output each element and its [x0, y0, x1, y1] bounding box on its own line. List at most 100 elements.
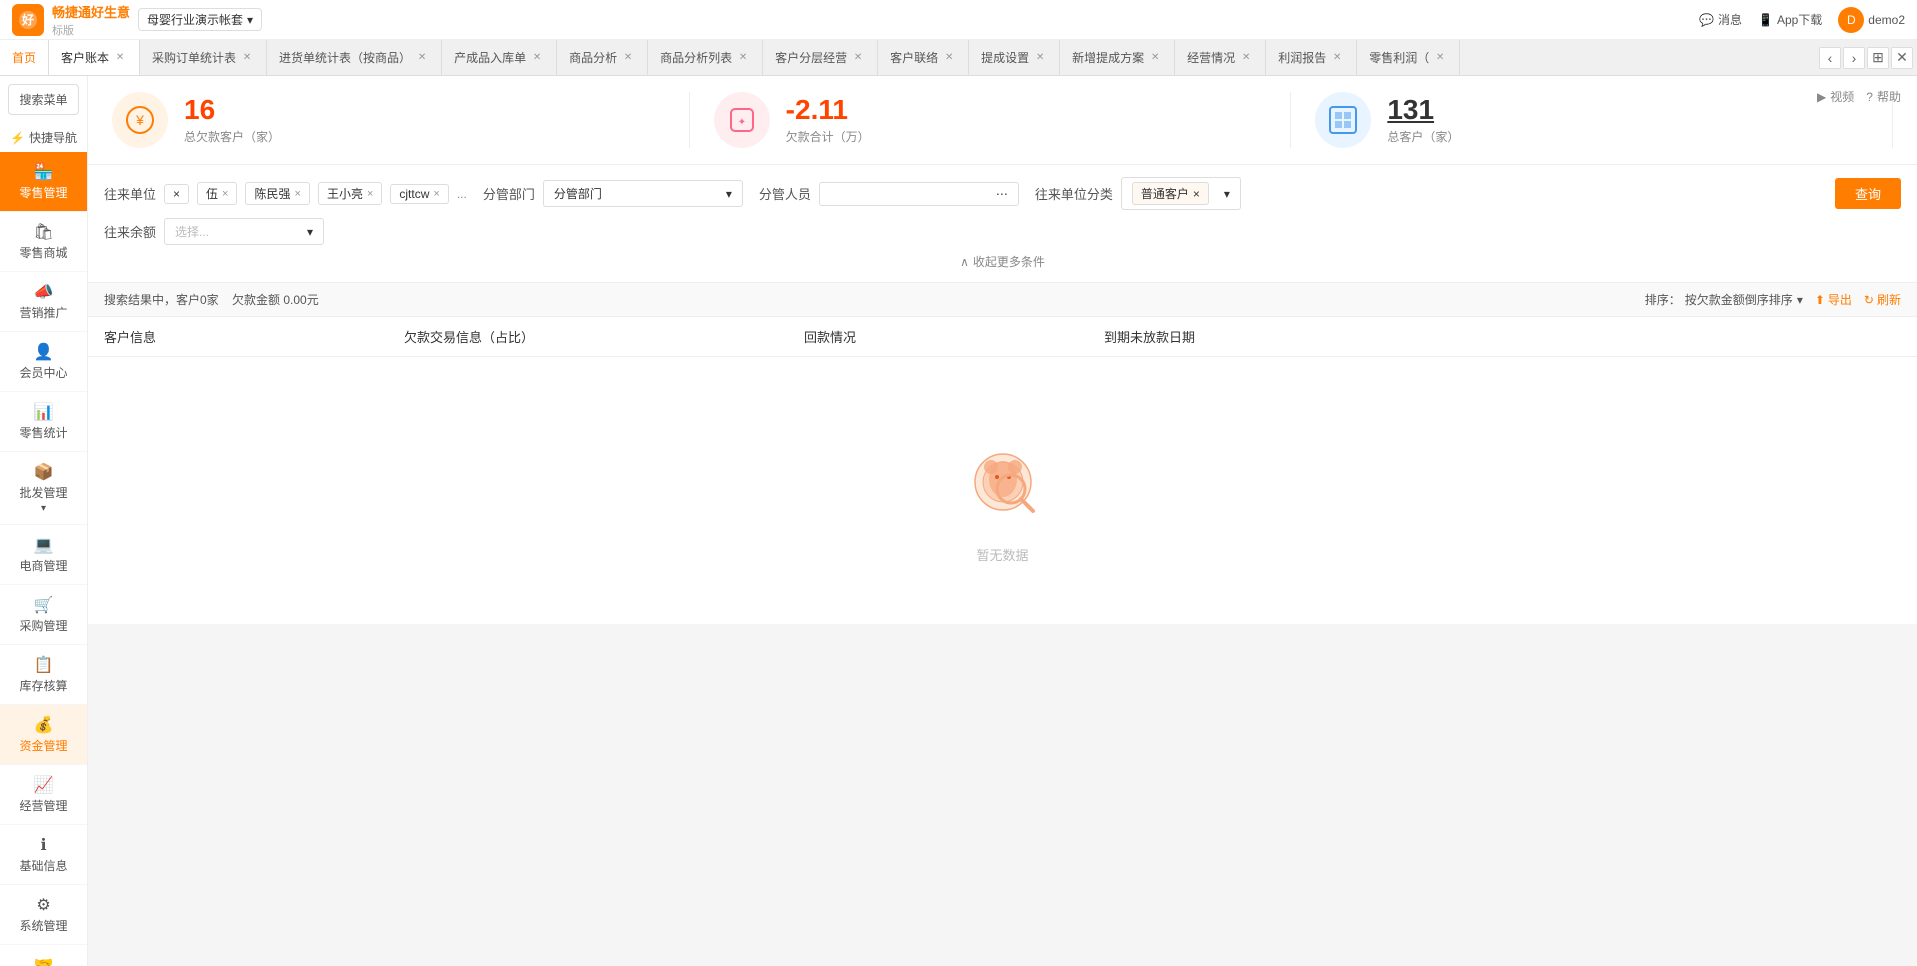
- close-icon[interactable]: ✕: [1033, 51, 1047, 65]
- remove-tag-wang[interactable]: ×: [367, 188, 373, 200]
- user-avatar-area[interactable]: D demo2: [1838, 7, 1905, 33]
- sidebar-quick-nav[interactable]: ⚡ 快捷导航: [0, 123, 87, 152]
- tab-label: 采购订单统计表: [152, 49, 236, 66]
- svg-text:好: 好: [21, 12, 34, 27]
- filter-tag-all[interactable]: ×: [164, 184, 189, 204]
- branch-dept-select[interactable]: 分管部门 ▾: [543, 180, 743, 207]
- sidebar-item-retail-mgmt[interactable]: 🏪 零售管理: [0, 152, 87, 212]
- category-tag: 普通客户 ×: [1132, 182, 1209, 205]
- tab-customer-segment[interactable]: 客户分层经营 ✕: [763, 40, 878, 75]
- tab-new-commission[interactable]: 新增提成方案 ✕: [1060, 40, 1175, 75]
- close-icon[interactable]: ✕: [415, 51, 429, 65]
- sidebar-item-operations-mgmt[interactable]: 📈 经营管理: [0, 765, 87, 825]
- account-selector[interactable]: 母婴行业演示帐套 ▾: [138, 8, 262, 31]
- result-bar-right: 排序： 按欠款金额倒序排序 ▾ ⬆ 导出 ↻ 刷新: [1645, 291, 1901, 308]
- close-icon[interactable]: ✕: [1148, 51, 1162, 65]
- messages-btn[interactable]: 💬 消息: [1699, 11, 1742, 28]
- tab-retail-profit[interactable]: 零售利润（ ✕: [1357, 40, 1460, 75]
- sidebar-item-basic-info[interactable]: ℹ 基础信息: [0, 825, 87, 885]
- app-download-btn[interactable]: 📱 App下载: [1758, 11, 1822, 28]
- sidebar-item-capital-mgmt[interactable]: 💰 资金管理: [0, 705, 87, 765]
- remove-tag-cjttcw[interactable]: ×: [433, 188, 439, 200]
- help-btn[interactable]: ? 帮助: [1866, 88, 1901, 105]
- collapse-btn[interactable]: ∧ 收起更多条件: [960, 253, 1045, 270]
- stat-info-credit-customers: 16 总欠款客户（家）: [184, 96, 280, 145]
- export-btn[interactable]: ⬆ 导出: [1815, 291, 1852, 308]
- chevron-down-icon: ▾: [726, 187, 732, 201]
- close-icon[interactable]: ✕: [113, 51, 127, 65]
- remove-tag-chen[interactable]: ×: [295, 188, 301, 200]
- tab-commission-settings[interactable]: 提成设置 ✕: [969, 40, 1060, 75]
- enterprise-icon: 🤝: [34, 955, 54, 966]
- remove-tag-wu[interactable]: ×: [222, 188, 228, 200]
- sidebar-item-marketing[interactable]: 📣 营销推广: [0, 272, 87, 332]
- tab-incoming-stats[interactable]: 进货单统计表（按商品） ✕: [267, 40, 442, 75]
- tab-purchase-order-stats[interactable]: 采购订单统计表 ✕: [140, 40, 267, 75]
- quick-nav-icon: ⚡: [10, 131, 25, 145]
- stat-info-credit-amount: -2.11 欠款合计（万）: [786, 96, 870, 145]
- tab-customer-connection[interactable]: 客户联络 ✕: [878, 40, 969, 75]
- search-menu-btn[interactable]: 搜索菜单: [8, 84, 79, 115]
- tab-business-status[interactable]: 经营情况 ✕: [1175, 40, 1266, 75]
- tab-label: 产成品入库单: [454, 49, 526, 66]
- nav-controls: ‹ › ⊞ ✕: [1815, 40, 1917, 75]
- tab-product-analysis[interactable]: 商品分析 ✕: [557, 40, 648, 75]
- sidebar-item-retail-mall[interactable]: 🛍 零售商城: [0, 212, 87, 272]
- close-icon[interactable]: ✕: [1239, 51, 1253, 65]
- balance-placeholder: 选择...: [175, 223, 209, 240]
- branch-person-select[interactable]: ⋯: [819, 182, 1019, 206]
- filter-more-tags[interactable]: ...: [457, 187, 467, 201]
- chevron-up-icon: ∧: [960, 255, 969, 269]
- sidebar-item-enterprise-cooperation[interactable]: 🤝 企业协同: [0, 945, 87, 966]
- nav-expand-btn[interactable]: ⊞: [1867, 47, 1889, 69]
- sidebar-item-ecommerce[interactable]: 💻 电商管理: [0, 525, 87, 585]
- filter-tag-wu[interactable]: 伍 ×: [197, 182, 237, 205]
- owner-unit-label: 往来单位: [104, 184, 156, 203]
- help-icon: ?: [1866, 90, 1873, 104]
- system-icon: ⚙: [36, 895, 50, 915]
- tab-home[interactable]: 首页: [0, 40, 49, 75]
- close-icon[interactable]: ✕: [851, 51, 865, 65]
- nav-next-btn[interactable]: ›: [1843, 47, 1865, 69]
- owner-unit-type-select[interactable]: 普通客户 × ▾: [1121, 177, 1241, 210]
- chevron-down-icon: ▾: [247, 13, 253, 27]
- stat-info-total-customers: 131 总客户（家）: [1387, 96, 1459, 145]
- sidebar-item-purchase-mgmt[interactable]: 🛒 采购管理: [0, 585, 87, 645]
- close-icon[interactable]: ✕: [621, 51, 635, 65]
- sidebar-item-retail-stats[interactable]: 📊 零售统计: [0, 392, 87, 452]
- nav-close-btn[interactable]: ✕: [1891, 47, 1913, 69]
- tab-customer-accounts[interactable]: 客户账本 ✕: [49, 40, 140, 75]
- stat-block-credit-amount: ✦ -2.11 欠款合计（万）: [690, 92, 1292, 148]
- close-icon[interactable]: ✕: [942, 51, 956, 65]
- tab-product-analysis-list[interactable]: 商品分析列表 ✕: [648, 40, 763, 75]
- owner-balance-select[interactable]: 选择... ▾: [164, 218, 324, 245]
- tab-finished-product[interactable]: 产成品入库单 ✕: [442, 40, 557, 75]
- close-icon[interactable]: ✕: [736, 51, 750, 65]
- col-credit-info: 欠款交易信息（占比）: [404, 327, 804, 346]
- retail-mgmt-icon: 🏪: [34, 162, 54, 182]
- filter-row-1: 往来单位 × 伍 × 陈民强 × 王小亮 × cjttcw: [104, 177, 1901, 210]
- filter-tag-cjttcw[interactable]: cjttcw ×: [390, 184, 448, 204]
- filter-tag-wang[interactable]: 王小亮 ×: [318, 182, 382, 205]
- video-help-btn[interactable]: ▶ 视频: [1817, 88, 1854, 105]
- sort-select[interactable]: 排序： 按欠款金额倒序排序 ▾: [1645, 291, 1803, 308]
- nav-prev-btn[interactable]: ‹: [1819, 47, 1841, 69]
- purchase-icon: 🛒: [34, 595, 54, 615]
- sidebar-item-system-mgmt[interactable]: ⚙ 系统管理: [0, 885, 87, 945]
- query-button[interactable]: 查询: [1835, 178, 1901, 209]
- sidebar-item-inventory[interactable]: 📋 库存核算: [0, 645, 87, 705]
- remove-category-icon[interactable]: ×: [1193, 187, 1200, 201]
- close-icon[interactable]: ✕: [240, 51, 254, 65]
- filter-tag-chen[interactable]: 陈民强 ×: [245, 182, 309, 205]
- close-icon[interactable]: ✕: [1433, 51, 1447, 65]
- sidebar-item-wholesale-mgmt[interactable]: 📦 批发管理 ▾: [0, 452, 87, 525]
- tab-profit-report[interactable]: 利润报告 ✕: [1266, 40, 1357, 75]
- close-icon[interactable]: ✕: [1330, 51, 1344, 65]
- stats-icon: 📊: [34, 402, 54, 422]
- close-icon[interactable]: ✕: [530, 51, 544, 65]
- sidebar-item-member-center[interactable]: 👤 会员中心: [0, 332, 87, 392]
- refresh-btn[interactable]: ↻ 刷新: [1864, 291, 1901, 308]
- chevron-down-icon: ▾: [1224, 187, 1230, 201]
- top-header: 好 畅捷通好生意 标版 母婴行业演示帐套 ▾ 💬 消息 📱 App下载 D de…: [0, 0, 1917, 40]
- stats-help: ▶ 视频 ? 帮助: [1817, 88, 1901, 105]
